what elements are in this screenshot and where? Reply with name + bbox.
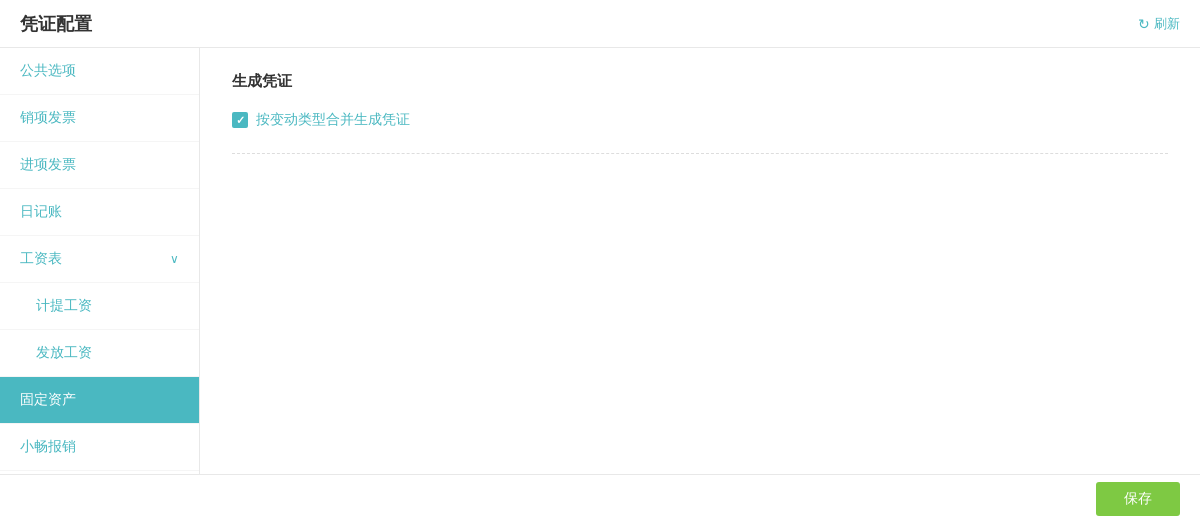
- sidebar-item-label: 工资表: [20, 250, 62, 268]
- content-area: 生成凭证 按变动类型合并生成凭证: [200, 48, 1200, 474]
- sidebar-item-payroll-table[interactable]: 工资表 ∨: [0, 236, 199, 283]
- sidebar-item-label: 计提工资: [36, 297, 92, 315]
- sidebar-item-public-options[interactable]: 公共选项: [0, 48, 199, 95]
- checkbox-row: 按变动类型合并生成凭证: [232, 111, 1168, 129]
- refresh-button[interactable]: ↻ 刷新: [1138, 15, 1180, 33]
- footer: 保存: [0, 474, 1200, 522]
- sidebar: 公共选项 销项发票 进项发票 日记账 工资表 ∨ 计提工资 发放工资 固定资产 …: [0, 48, 200, 474]
- checkbox-label[interactable]: 按变动类型合并生成凭证: [256, 111, 410, 129]
- sidebar-item-label: 进项发票: [20, 156, 76, 174]
- sidebar-item-label: 日记账: [20, 203, 62, 221]
- sidebar-item-sales-invoice[interactable]: 销项发票: [0, 95, 199, 142]
- section-divider: [232, 153, 1168, 154]
- sidebar-item-salary-accrual[interactable]: 计提工资: [0, 283, 199, 330]
- sidebar-item-purchase-invoice[interactable]: 进项发票: [0, 142, 199, 189]
- sidebar-item-expense-claim[interactable]: 小畅报销: [0, 424, 199, 471]
- refresh-icon: ↻: [1138, 16, 1150, 32]
- page-title: 凭证配置: [20, 12, 92, 36]
- merge-by-type-checkbox[interactable]: [232, 112, 248, 128]
- main-layout: 公共选项 销项发票 进项发票 日记账 工资表 ∨ 计提工资 发放工资 固定资产 …: [0, 48, 1200, 474]
- sidebar-item-label: 公共选项: [20, 62, 76, 80]
- sidebar-item-journal[interactable]: 日记账: [0, 189, 199, 236]
- header: 凭证配置 ↻ 刷新: [0, 0, 1200, 48]
- sidebar-item-label: 发放工资: [36, 344, 92, 362]
- sidebar-item-label: 固定资产: [20, 391, 76, 409]
- sidebar-item-salary-pay[interactable]: 发放工资: [0, 330, 199, 377]
- chevron-down-icon: ∨: [170, 252, 179, 266]
- sidebar-item-label: 小畅报销: [20, 438, 76, 456]
- section-title: 生成凭证: [232, 72, 1168, 91]
- sidebar-item-fixed-assets[interactable]: 固定资产: [0, 377, 199, 424]
- sidebar-item-label: 销项发票: [20, 109, 76, 127]
- save-button[interactable]: 保存: [1096, 482, 1180, 516]
- refresh-label: 刷新: [1154, 15, 1180, 33]
